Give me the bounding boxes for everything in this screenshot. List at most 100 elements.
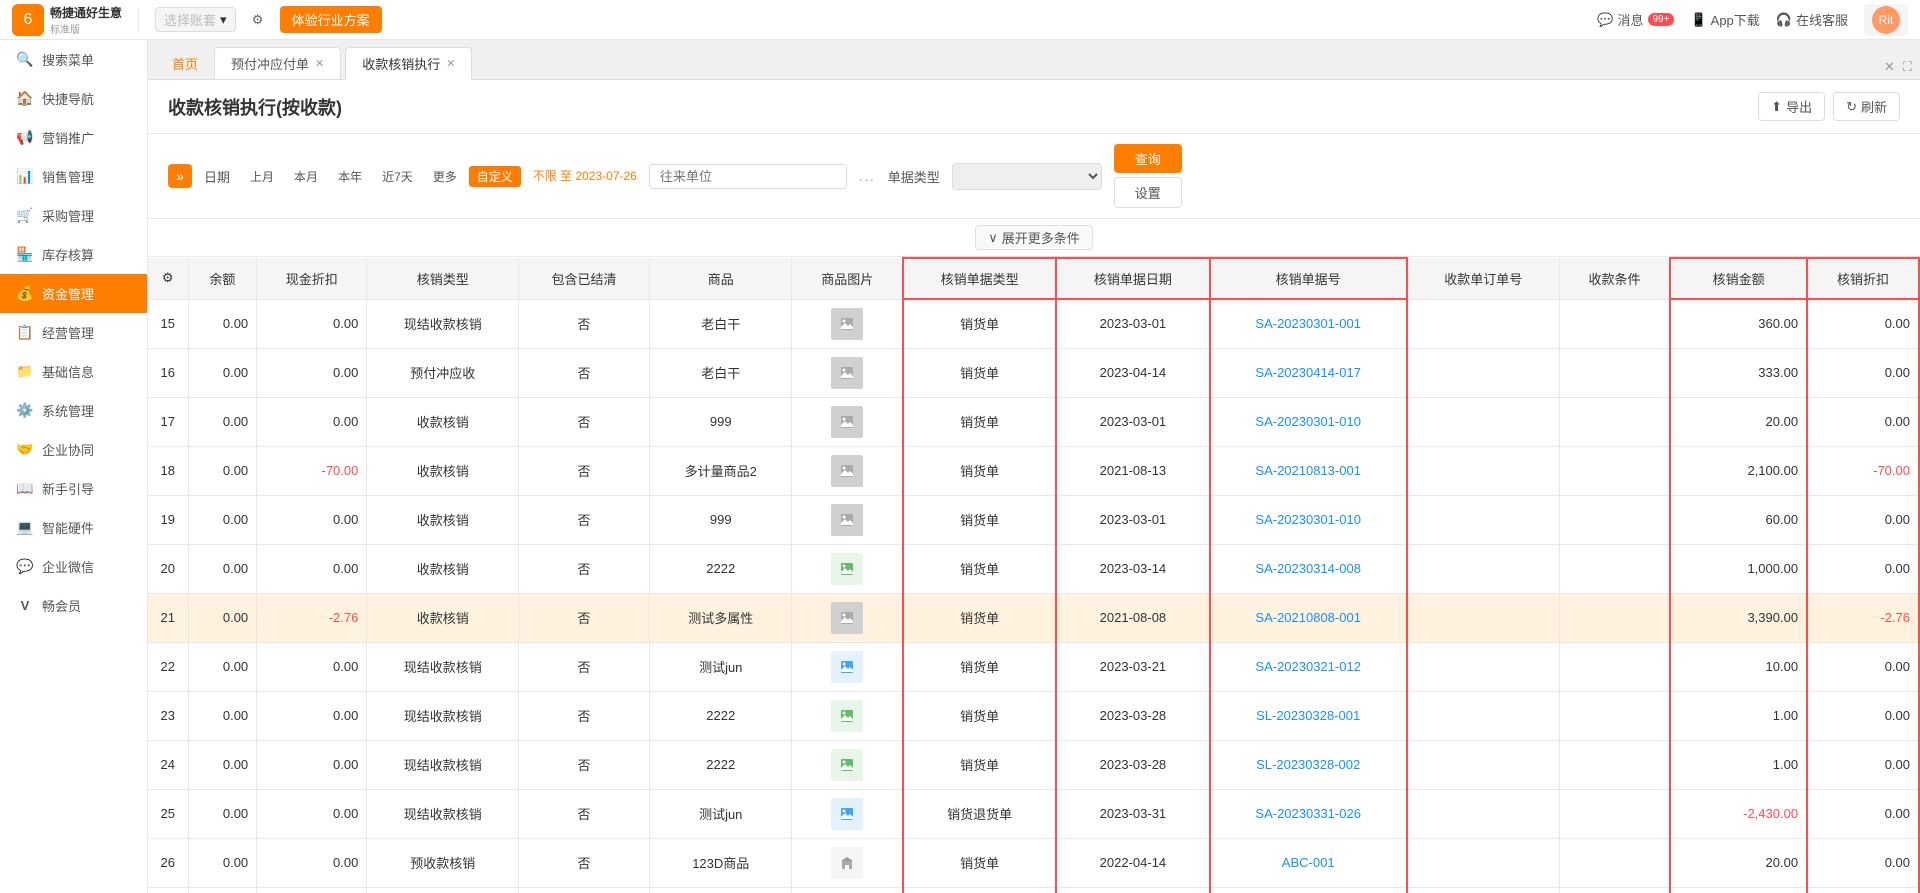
doc-no-link[interactable]: SL-20230328-002	[1256, 757, 1360, 772]
date-last-month[interactable]: 上月	[242, 166, 282, 187]
cell-goods-img	[792, 299, 903, 348]
sidebar-item-search[interactable]: 🔍 搜索菜单	[0, 40, 147, 79]
doc-no-link[interactable]: SA-20230301-010	[1255, 414, 1361, 429]
cell-verify-doc-date: 2021-08-13	[1056, 446, 1209, 495]
doc-no-link[interactable]: SA-20210808-001	[1255, 610, 1361, 625]
doc-no-link[interactable]: SA-20230321-012	[1255, 659, 1361, 674]
tab-bar-actions: ✕ ⛶	[1884, 59, 1912, 79]
sidebar-item-sales[interactable]: 📊 销售管理	[0, 157, 147, 196]
cell-verify-discount: 0.00	[1807, 691, 1919, 740]
cell-verify-doc-no[interactable]: SA-20230301-001	[1210, 299, 1407, 348]
date-this-month[interactable]: 本月	[286, 166, 326, 187]
sidebar-item-marketing[interactable]: 📢 营销推广	[0, 118, 147, 157]
cell-receipt-order-no	[1407, 495, 1560, 544]
cell-verify-doc-no[interactable]: SA-20210808-001	[1210, 593, 1407, 642]
cell-goods-img	[792, 348, 903, 397]
doc-no-link[interactable]: SL-20230328-001	[1256, 708, 1360, 723]
doc-no-link[interactable]: SA-20230314-008	[1255, 561, 1361, 576]
sidebar-item-operations[interactable]: 📋 经营管理	[0, 313, 147, 352]
cell-balance: 0.00	[188, 593, 257, 642]
cell-verify-doc-no[interactable]: ABC-001	[1210, 838, 1407, 887]
date-more[interactable]: 更多	[425, 166, 465, 187]
cell-verify-doc-no[interactable]: SA-20230314-008	[1210, 544, 1407, 593]
col-header-verify-amount: 核销金额	[1670, 258, 1807, 299]
cell-verify-doc-type: 销货单	[903, 544, 1056, 593]
tab-close-prepay[interactable]: ✕	[315, 57, 324, 70]
sidebar-item-guide[interactable]: 📖 新手引导	[0, 469, 147, 508]
tab-close-verify[interactable]: ✕	[446, 57, 455, 70]
tab-home[interactable]: 首页	[156, 48, 214, 79]
sidebar-item-vip[interactable]: V 畅会员	[0, 586, 147, 625]
sidebar-item-system[interactable]: ⚙️ 系统管理	[0, 391, 147, 430]
tab-prepay[interactable]: 预付冲应付单 ✕	[214, 47, 341, 79]
app-download-btn[interactable]: 📱 App下载	[1690, 10, 1759, 29]
cell-verify-type: 收款核销	[367, 544, 519, 593]
cell-verify-doc-no[interactable]: SA-20230414-017	[1210, 348, 1407, 397]
doc-no-link[interactable]: SA-20230301-001	[1255, 316, 1361, 331]
cell-cash-discount: 0.00	[257, 495, 367, 544]
date-7days[interactable]: 近7天	[374, 166, 421, 187]
date-custom[interactable]: 自定义	[469, 166, 521, 187]
refresh-button[interactable]: ↻ 刷新	[1833, 92, 1900, 121]
cell-include-settled: 否	[519, 544, 650, 593]
counterpart-input[interactable]	[649, 164, 847, 189]
table-header-row: ⚙ 余额 现金折扣 核销类型 包含已结清 商品 商品图片 核销单据类型 核销单据…	[148, 258, 1919, 299]
basic-info-icon: 📁	[16, 363, 34, 381]
sidebar-item-wechat[interactable]: 💬 企业微信	[0, 547, 147, 586]
doc-no-link[interactable]: SA-20230331-026	[1255, 806, 1361, 821]
message-btn[interactable]: 💬 消息 99+	[1597, 10, 1674, 29]
expand-tabs-icon[interactable]: ⛶	[1903, 59, 1912, 75]
settings-button[interactable]: 设置	[1114, 177, 1182, 208]
table-row: 190.000.00收款核销否999销货单2023-03-01SA-202303…	[148, 495, 1919, 544]
col-header-verify-discount: 核销折扣	[1807, 258, 1919, 299]
date-this-year[interactable]: 本年	[330, 166, 370, 187]
tab-verify[interactable]: 收款核销执行 ✕	[345, 47, 472, 80]
sidebar-item-inventory[interactable]: 🏪 库存核算	[0, 235, 147, 274]
filter-toggle-button[interactable]: »	[168, 164, 192, 188]
cell-idx: 16	[148, 348, 188, 397]
gear-button[interactable]: ⚙	[244, 6, 272, 34]
table-row: 250.000.00现结收款核销否测试jun销货退货单2023-03-31SA-…	[148, 789, 1919, 838]
doc-no-link[interactable]: SA-20230414-017	[1255, 365, 1361, 380]
cell-verify-doc-no[interactable]: SL-20230328-001	[1210, 691, 1407, 740]
sidebar-item-quicknav[interactable]: 🏠 快捷导航	[0, 79, 147, 118]
cell-goods: 2222	[650, 740, 792, 789]
export-button[interactable]: ⬆ 导出	[1758, 92, 1825, 121]
filter-bar: » 日期 上月 本月 本年 近7天 更多 自定义 不限 至 2023-07-26…	[148, 134, 1920, 219]
cell-include-settled: 否	[519, 495, 650, 544]
doc-no-link[interactable]: SA-20230301-010	[1255, 512, 1361, 527]
sidebar-item-collab[interactable]: 🤝 企业协同	[0, 430, 147, 469]
doc-no-link[interactable]: ABC-001	[1282, 855, 1335, 870]
user-avatar-btn[interactable]: Rit	[1864, 4, 1908, 36]
cell-verify-type: 收款核销	[367, 593, 519, 642]
doc-no-link[interactable]: SA-20210813-001	[1255, 463, 1361, 478]
query-button[interactable]: 查询	[1114, 144, 1182, 173]
cell-verify-doc-no[interactable]: SA-20230301-010	[1210, 397, 1407, 446]
collab-icon: 🤝	[16, 441, 34, 459]
cell-receipt-order-no	[1407, 544, 1560, 593]
sidebar-item-finance[interactable]: 💰 资金管理	[0, 274, 147, 313]
cell-verify-discount: 0.00	[1807, 887, 1919, 893]
sidebar-item-basic-info[interactable]: 📁 基础信息	[0, 352, 147, 391]
close-all-icon[interactable]: ✕	[1884, 59, 1895, 75]
account-selector[interactable]: 选择账套 ▾	[155, 7, 236, 32]
cell-include-settled: 否	[519, 397, 650, 446]
expand-conditions-button[interactable]: ∨ 展开更多条件	[975, 225, 1093, 250]
sidebar-item-purchase[interactable]: 🛒 采购管理	[0, 196, 147, 235]
cell-verify-doc-no[interactable]: SL-20230328-002	[1210, 740, 1407, 789]
cell-verify-doc-no[interactable]: SA-20230321-012	[1210, 642, 1407, 691]
cell-balance: 0.00	[188, 838, 257, 887]
cell-idx: 26	[148, 838, 188, 887]
headset-icon: 🎧	[1776, 12, 1792, 28]
cell-verify-doc-no[interactable]: SA-20210813-001	[1210, 446, 1407, 495]
cell-verify-doc-no[interactable]: SL-20230408-001	[1210, 887, 1407, 893]
trial-button[interactable]: 体验行业方案	[280, 6, 382, 33]
doc-type-select[interactable]	[952, 163, 1102, 190]
counterpart-more-icon[interactable]: ...	[859, 169, 876, 184]
cell-verify-doc-no[interactable]: SA-20230331-026	[1210, 789, 1407, 838]
online-service-btn[interactable]: 🎧 在线客服	[1776, 10, 1848, 29]
sidebar-item-hardware[interactable]: 💻 智能硬件	[0, 508, 147, 547]
cell-verify-doc-date: 2023-03-01	[1056, 495, 1209, 544]
cell-goods: 多计量商品2	[650, 446, 792, 495]
cell-verify-doc-no[interactable]: SA-20230301-010	[1210, 495, 1407, 544]
